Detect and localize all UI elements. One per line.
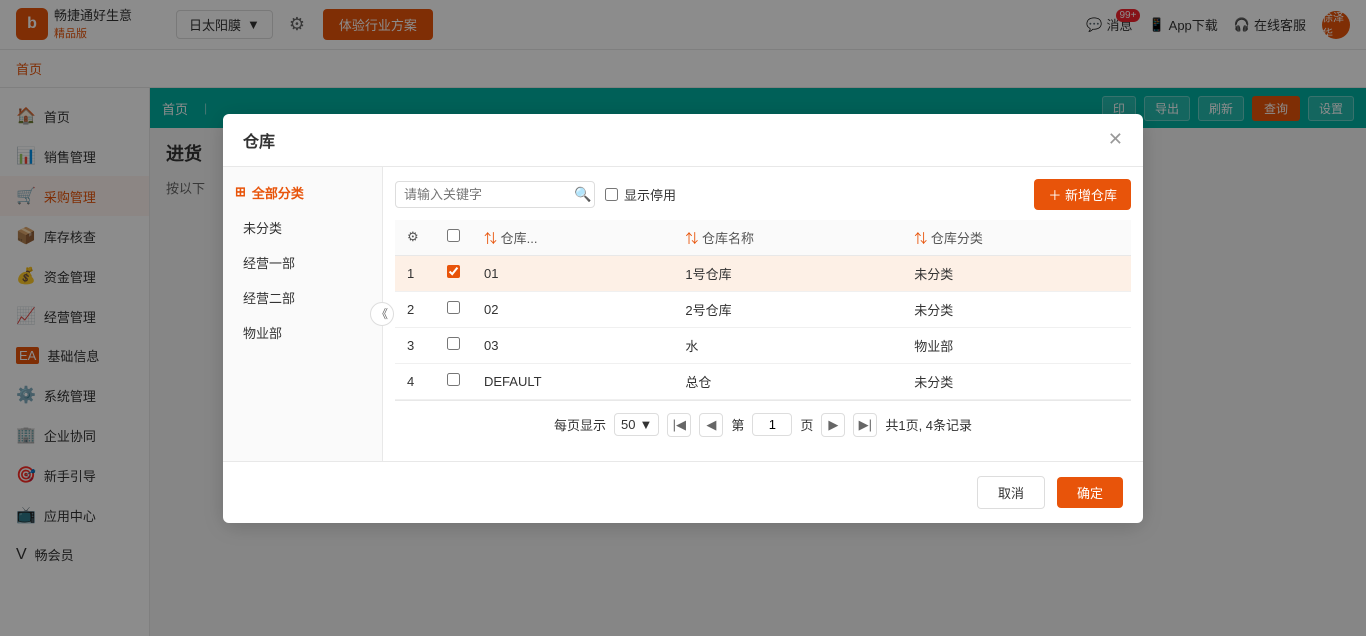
warehouse-modal: 仓库 ✕ ⊞ 全部分类 未分类 经营一部 经营二部 <box>223 114 1143 523</box>
per-page-dropdown-icon: ▼ <box>639 417 652 432</box>
modal-header: 仓库 ✕ <box>223 114 1143 167</box>
row-num: 4 <box>395 363 435 399</box>
row-select-checkbox[interactable] <box>447 373 460 386</box>
row-code: 03 <box>472 327 673 363</box>
table-row[interactable]: 4 DEFAULT 总仓 未分类 <box>395 363 1131 399</box>
row-select-checkbox[interactable] <box>447 301 460 314</box>
per-page-select[interactable]: 50 ▼ <box>614 413 659 436</box>
row-name: 1号仓库 <box>673 255 902 291</box>
pagination: 每页显示 50 ▼ |◀ ◀ 第 页 ▶ ▶| 共1页, 4条记录 <box>395 400 1131 449</box>
total-info: 共1页, 4条记录 <box>885 415 972 434</box>
next-page-btn[interactable]: ▶ <box>821 413 845 437</box>
row-select-checkbox[interactable] <box>447 265 460 278</box>
row-category: 未分类 <box>902 255 1131 291</box>
prev-page-btn[interactable]: ◀ <box>699 413 723 437</box>
cancel-button[interactable]: 取消 <box>977 476 1045 509</box>
search-icon: 🔍 <box>574 186 591 203</box>
col-category[interactable]: ⇅ 仓库分类 <box>902 220 1131 256</box>
row-num: 2 <box>395 291 435 327</box>
search-input[interactable] <box>404 187 574 202</box>
sort-icon-cat: ⇅ <box>914 231 927 246</box>
modal-body: ⊞ 全部分类 未分类 经营一部 经营二部 物业部 《 <box>223 167 1143 461</box>
category-sidebar: ⊞ 全部分类 未分类 经营一部 经营二部 物业部 《 <box>223 167 383 461</box>
per-page-label: 每页显示 <box>554 415 606 434</box>
grid-icon: ⊞ <box>235 184 246 200</box>
last-page-btn[interactable]: ▶| <box>853 413 877 437</box>
row-num: 3 <box>395 327 435 363</box>
col-code[interactable]: ⇅ 仓库... <box>472 220 673 256</box>
add-warehouse-button[interactable]: ＋ 新增仓库 <box>1034 179 1131 210</box>
row-checkbox[interactable] <box>435 255 472 291</box>
category-item-property[interactable]: 物业部 <box>223 315 382 350</box>
table-scroll: ⚙ ⇅ 仓库... ⇅ 仓库名称 <box>395 220 1131 400</box>
sort-icon-name: ⇅ <box>685 231 698 246</box>
modal-close-button[interactable]: ✕ <box>1108 129 1123 150</box>
show-disabled-checkbox[interactable] <box>605 188 618 201</box>
table-row[interactable]: 2 02 2号仓库 未分类 <box>395 291 1131 327</box>
category-item-op2[interactable]: 经营二部 <box>223 280 382 315</box>
show-disabled-wrap: 显示停用 <box>605 185 676 204</box>
row-checkbox[interactable] <box>435 363 472 399</box>
row-checkbox[interactable] <box>435 327 472 363</box>
category-item-uncat[interactable]: 未分类 <box>223 210 382 245</box>
table-row[interactable]: 3 03 水 物业部 <box>395 327 1131 363</box>
sort-icon: ⇅ <box>484 231 497 246</box>
show-disabled-label: 显示停用 <box>624 185 676 204</box>
modal-overlay[interactable]: 仓库 ✕ ⊞ 全部分类 未分类 经营一部 经营二部 <box>0 0 1366 636</box>
modal-footer: 取消 确定 <box>223 461 1143 523</box>
search-input-wrap[interactable]: 🔍 <box>395 181 595 208</box>
row-name: 总仓 <box>673 363 902 399</box>
table-area: 🔍 显示停用 ＋ 新增仓库 ⚙ <box>383 167 1143 461</box>
row-code: DEFAULT <box>472 363 673 399</box>
category-item-op1[interactable]: 经营一部 <box>223 245 382 280</box>
row-category: 未分类 <box>902 363 1131 399</box>
table-toolbar: 🔍 显示停用 ＋ 新增仓库 <box>395 179 1131 210</box>
cat-label-property: 物业部 <box>243 326 282 341</box>
all-categories-label: 全部分类 <box>252 183 304 202</box>
page-number-input[interactable] <box>752 413 792 436</box>
first-page-btn[interactable]: |◀ <box>667 413 691 437</box>
all-categories-item[interactable]: ⊞ 全部分类 <box>223 175 382 210</box>
warehouse-table: ⚙ ⇅ 仓库... ⇅ 仓库名称 <box>395 220 1131 400</box>
row-num: 1 <box>395 255 435 291</box>
page-unit: 页 <box>800 415 813 434</box>
col-check <box>435 220 472 256</box>
row-checkbox[interactable] <box>435 291 472 327</box>
col-name[interactable]: ⇅ 仓库名称 <box>673 220 902 256</box>
row-select-checkbox[interactable] <box>447 337 460 350</box>
row-name: 2号仓库 <box>673 291 902 327</box>
modal-title: 仓库 <box>243 128 275 152</box>
row-category: 未分类 <box>902 291 1131 327</box>
page-label: 第 <box>731 415 744 434</box>
confirm-button[interactable]: 确定 <box>1057 477 1123 508</box>
table-row[interactable]: 1 01 1号仓库 未分类 <box>395 255 1131 291</box>
row-code: 02 <box>472 291 673 327</box>
select-all-checkbox[interactable] <box>447 229 460 242</box>
cat-label-op2: 经营二部 <box>243 291 295 306</box>
row-name: 水 <box>673 327 902 363</box>
cat-label-uncat: 未分类 <box>243 221 282 236</box>
category-collapse-button[interactable]: 《 <box>370 302 394 326</box>
row-code: 01 <box>472 255 673 291</box>
col-settings: ⚙ <box>395 220 435 256</box>
row-category: 物业部 <box>902 327 1131 363</box>
cat-label-op1: 经营一部 <box>243 256 295 271</box>
